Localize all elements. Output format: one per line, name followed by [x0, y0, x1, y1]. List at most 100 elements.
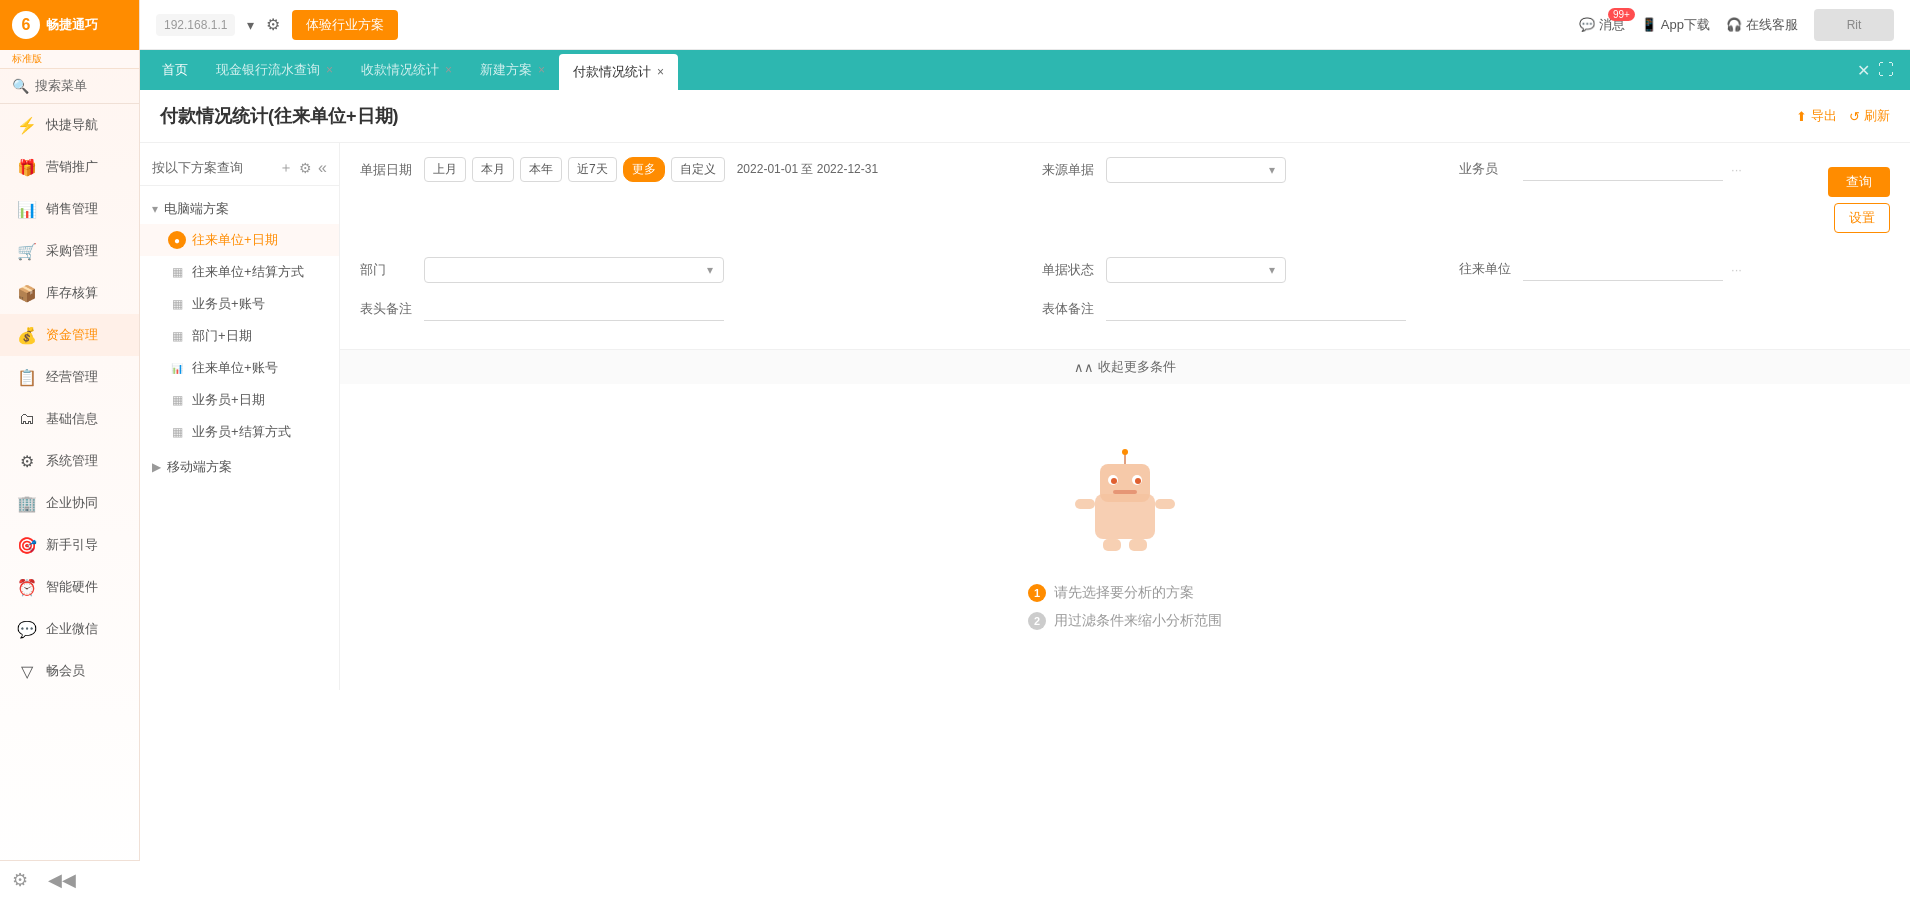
user-name: Rit	[1847, 18, 1862, 32]
sidebar-item-hardware[interactable]: ⏰ 智能硬件	[0, 566, 139, 608]
scheme-item-dept-date[interactable]: ▦ 部门+日期	[140, 320, 339, 352]
app-label: App下载	[1661, 16, 1710, 34]
date-this-year[interactable]: 本年	[520, 157, 562, 182]
collapse-sidebar-icon[interactable]: ◀◀	[48, 869, 76, 891]
table-header-label: 表头备注	[360, 300, 416, 318]
sidebar-item-quick-nav[interactable]: ⚡ 快捷导航	[0, 104, 139, 146]
tab-home[interactable]: 首页	[148, 50, 202, 90]
message-button[interactable]: 💬 消息 99+	[1579, 16, 1625, 34]
date-more-button[interactable]: 更多	[623, 157, 665, 182]
table-header-input[interactable]	[424, 297, 724, 321]
sidebar-item-sales[interactable]: 📊 销售管理	[0, 188, 139, 230]
refresh-button[interactable]: ↺ 刷新	[1849, 107, 1890, 125]
scheme-item-partner-settle-label: 往来单位+结算方式	[192, 263, 304, 281]
date-last-7-days[interactable]: 近7天	[568, 157, 617, 182]
tab-payment[interactable]: 付款情况统计 ×	[559, 54, 678, 90]
scheme-item-partner-settle[interactable]: ▦ 往来单位+结算方式	[140, 256, 339, 288]
scheme-group-mobile: ▶ 移动端方案	[140, 452, 339, 482]
empty-tip-2-text: 用过滤条件来缩小分析范围	[1054, 612, 1222, 630]
sidebar-item-basic[interactable]: 🗂 基础信息	[0, 398, 139, 440]
table-body-input[interactable]	[1106, 297, 1406, 321]
tab-cash-flow[interactable]: 现金银行流水查询 ×	[202, 50, 347, 90]
date-this-month[interactable]: 本月	[472, 157, 514, 182]
tip-num-2: 2	[1028, 612, 1046, 630]
sidebar-item-marketing[interactable]: 🎁 营销推广	[0, 146, 139, 188]
user-avatar[interactable]: Rit	[1814, 9, 1894, 41]
sidebar-item-operations[interactable]: 📋 经营管理	[0, 356, 139, 398]
partner-input[interactable]	[1523, 257, 1723, 281]
dept-select[interactable]: ▾	[424, 257, 724, 283]
scheme-item-partner-date-label: 往来单位+日期	[192, 231, 278, 249]
topbar-settings-icon[interactable]: ⚙	[266, 15, 280, 34]
doc-status-select[interactable]: ▾	[1106, 257, 1286, 283]
tab-payment-close-icon[interactable]: ×	[657, 65, 664, 79]
partner-more-icon[interactable]: ···	[1731, 262, 1742, 277]
date-last-month[interactable]: 上月	[424, 157, 466, 182]
sidebar-item-guide[interactable]: 🎯 新手引导	[0, 524, 139, 566]
address-dropdown-icon[interactable]: ▾	[247, 17, 254, 33]
staff-more-icon[interactable]: ···	[1731, 162, 1742, 177]
sidebar-label-marketing: 营销推广	[46, 158, 98, 176]
scheme-collapse-icon[interactable]: «	[318, 159, 327, 177]
tab-new-plan-close-icon[interactable]: ×	[538, 63, 545, 77]
staff-input[interactable]	[1523, 157, 1723, 181]
tab-collection-close-icon[interactable]: ×	[445, 63, 452, 77]
sidebar-item-member[interactable]: ▽ 畅会员	[0, 650, 139, 692]
search-menu[interactable]: 🔍 搜索菜单	[0, 69, 139, 104]
scheme-group-arrow-icon: ▾	[152, 202, 158, 216]
chevron-up-icon: ∧∧	[1074, 360, 1094, 375]
scheme-item-staff-account[interactable]: ▦ 业务员+账号	[140, 288, 339, 320]
main-area: 192.168.1.1 ▾ ⚙ 体验行业方案 💬 消息 99+ 📱 App下载 …	[140, 0, 1910, 899]
sidebar-item-enterprise[interactable]: 🏢 企业协同	[0, 482, 139, 524]
svg-rect-9	[1075, 499, 1095, 509]
content-area: 付款情况统计(往来单位+日期) ⬆ 导出 ↺ 刷新	[140, 90, 1910, 899]
tab-collection[interactable]: 收款情况统计 ×	[347, 50, 466, 90]
empty-tip-1: 1 请先选择要分析的方案	[1028, 584, 1222, 602]
scheme-item-staff-account-label: 业务员+账号	[192, 295, 265, 313]
sidebar-item-inventory[interactable]: 📦 库存核算	[0, 272, 139, 314]
member-icon: ▽	[16, 660, 38, 682]
scheme-add-icon[interactable]: ＋	[279, 159, 293, 177]
tab-cash-flow-close-icon[interactable]: ×	[326, 63, 333, 77]
scheme-group-mobile-header[interactable]: ▶ 移动端方案	[140, 452, 339, 482]
service-button[interactable]: 🎧 在线客服	[1726, 16, 1798, 34]
sidebar-item-capital[interactable]: 💰 资金管理	[0, 314, 139, 356]
scheme-sidebar-header: 按以下方案查询 ＋ ⚙ «	[140, 155, 339, 186]
table-header-field: 表头备注	[360, 297, 1022, 321]
sidebar-item-system[interactable]: ⚙ 系统管理	[0, 440, 139, 482]
sidebar-item-wechat[interactable]: 💬 企业微信	[0, 608, 139, 650]
tab-new-plan[interactable]: 新建方案 ×	[466, 50, 559, 90]
collapse-bar[interactable]: ∧∧ 收起更多条件	[340, 349, 1910, 384]
filter-row-3: 表头备注 表体备注	[360, 297, 1890, 321]
trial-button[interactable]: 体验行业方案	[292, 10, 398, 40]
date-range-display: 2022-01-01 至 2022-12-31	[737, 161, 878, 178]
scheme-item-staff-settle[interactable]: ▦ 业务员+结算方式	[140, 416, 339, 448]
page-title: 付款情况统计(往来单位+日期)	[160, 104, 399, 128]
sidebar-label-inventory: 库存核算	[46, 284, 98, 302]
scheme-group-desktop-header[interactable]: ▾ 电脑端方案	[140, 194, 339, 224]
sidebar-bottom: ⚙ ◀◀	[0, 860, 140, 899]
settings-icon[interactable]: ⚙	[12, 869, 28, 891]
collapse-label: 收起更多条件	[1098, 358, 1176, 376]
scheme-item-partner-account-label: 往来单位+账号	[192, 359, 278, 377]
source-select[interactable]: ▾	[1106, 157, 1286, 183]
scheme-item-partner-date[interactable]: ● 往来单位+日期	[140, 224, 339, 256]
scheme-settings-icon[interactable]: ⚙	[299, 160, 312, 176]
filter-settings-button[interactable]: 设置	[1834, 203, 1890, 233]
export-button[interactable]: ⬆ 导出	[1796, 107, 1837, 125]
scheme-item-partner-account[interactable]: 📊 往来单位+账号	[140, 352, 339, 384]
tab-cash-flow-label: 现金银行流水查询	[216, 61, 320, 79]
filter-row-1: 单据日期 上月 本月 本年 近7天 更多 自定义 2022-01-01 至 20…	[360, 157, 1890, 243]
query-button[interactable]: 查询	[1828, 167, 1890, 197]
scheme-item-icon3: ▦	[168, 327, 186, 345]
scheme-group-desktop: ▾ 电脑端方案 ● 往来单位+日期 ▦ 往来单位+结算方式 ▦	[140, 194, 339, 448]
scheme-item-staff-date[interactable]: ▦ 业务员+日期	[140, 384, 339, 416]
basic-icon: 🗂	[16, 408, 38, 430]
date-custom-button[interactable]: 自定义	[671, 157, 725, 182]
app-download-button[interactable]: 📱 App下载	[1641, 16, 1710, 34]
empty-state: 1 请先选择要分析的方案 2 用过滤条件来缩小分析范围	[340, 384, 1910, 690]
sidebar-item-purchase[interactable]: 🛒 采购管理	[0, 230, 139, 272]
maximize-button[interactable]: ⛶	[1878, 61, 1894, 79]
close-all-tabs-button[interactable]: ✕	[1857, 61, 1870, 80]
quick-nav-icon: ⚡	[16, 114, 38, 136]
